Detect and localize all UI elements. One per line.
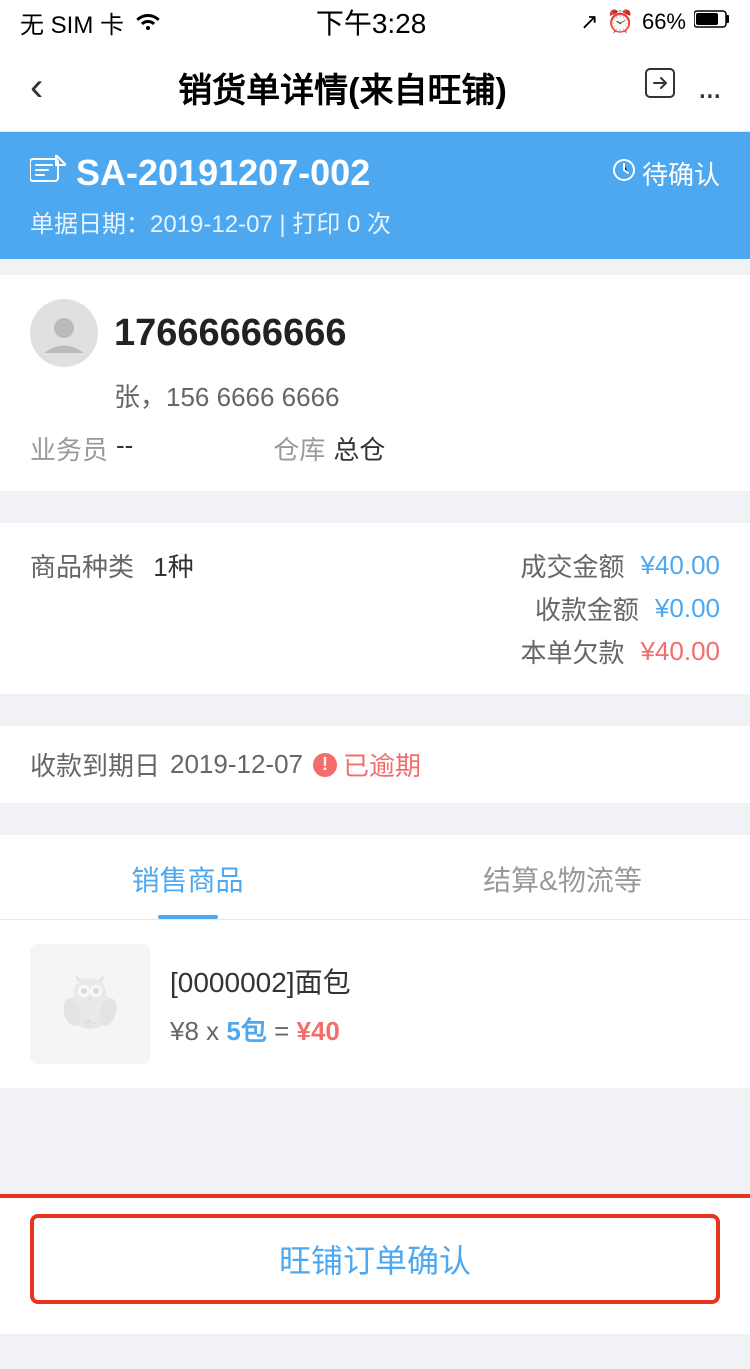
wifi-icon	[134, 8, 162, 37]
overdue-text: 已逾期	[343, 746, 421, 783]
product-image: 管+	[30, 944, 150, 1064]
customer-phone: 17666666666	[114, 312, 346, 355]
customer-section: 17666666666 张，156 6666 6666 业务员 -- 仓库 总仓	[0, 275, 750, 491]
carrier-text: 无 SIM 卡	[20, 5, 124, 40]
nav-bar: ‹ 销货单详情(来自旺铺) ...	[0, 44, 750, 132]
nav-actions: ...	[642, 65, 720, 110]
transaction-value: ¥40.00	[640, 550, 720, 581]
share-button[interactable]	[642, 65, 678, 110]
svg-text:管+: 管+	[84, 1018, 97, 1028]
debt-label: 本单欠款	[520, 633, 624, 670]
tabs-container: 销售商品 结算&物流等	[0, 835, 750, 920]
product-price: ¥8 x 5包 = ¥40	[170, 1011, 720, 1048]
order-date: 单据日期：2019-12-07 | 打印 0 次	[30, 204, 720, 239]
debt-value: ¥40.00	[640, 636, 720, 667]
collection-value: ¥0.00	[655, 593, 720, 624]
status-carrier: 无 SIM 卡	[20, 5, 162, 40]
summary-section: 商品种类 1种 成交金额 ¥40.00 收款金额 ¥0.00 本单欠款 ¥40.…	[0, 523, 750, 694]
divider-3	[0, 803, 750, 819]
tab-products[interactable]: 销售商品	[0, 835, 375, 919]
status-bar: 无 SIM 卡 下午3:28 ↗ ⏰ 66%	[0, 0, 750, 44]
customer-name: 张，156 6666 6666	[30, 377, 720, 414]
battery-icon	[694, 9, 730, 35]
transaction-label: 成交金额	[520, 547, 624, 584]
alarm-icon: ⏰	[607, 9, 634, 35]
divider-2	[0, 694, 750, 710]
order-status: 待确认	[612, 155, 720, 192]
summary-right: 成交金额 ¥40.00 收款金额 ¥0.00 本单欠款 ¥40.00	[520, 547, 720, 670]
warehouse-value: 总仓	[333, 430, 385, 467]
page-title: 销货单详情(来自旺铺)	[178, 63, 507, 112]
battery-text: 66%	[642, 9, 686, 35]
due-date: 2019-12-07	[170, 749, 303, 780]
status-time: 下午3:28	[316, 2, 427, 42]
location-icon: ↗	[580, 9, 598, 35]
tab-settlement[interactable]: 结算&物流等	[375, 835, 750, 919]
status-right-icons: ↗ ⏰ 66%	[580, 9, 730, 35]
product-types-value: 1种	[153, 552, 193, 582]
header-card: SA-20191207-002 待确认 单据日期：2019-12-07 | 打印…	[0, 132, 750, 259]
divider-1	[0, 491, 750, 507]
order-icon	[30, 152, 66, 194]
due-label: 收款到期日	[30, 746, 160, 783]
clock-icon	[612, 158, 636, 189]
product-info: [0000002]面包 ¥8 x 5包 = ¥40	[170, 961, 720, 1048]
product-item: 管+ [0000002]面包 ¥8 x 5包 = ¥40	[0, 920, 750, 1089]
confirm-btn-container: 旺铺订单确认	[0, 1194, 750, 1334]
product-list: 管+ [0000002]面包 ¥8 x 5包 = ¥40	[0, 920, 750, 1089]
salesperson-value: --	[116, 430, 133, 467]
back-button[interactable]: ‹	[30, 65, 43, 110]
confirm-button[interactable]: 旺铺订单确认	[30, 1214, 720, 1304]
more-button[interactable]: ...	[698, 68, 720, 107]
overdue-icon: !	[313, 753, 337, 777]
product-name: [0000002]面包	[170, 961, 720, 1001]
avatar	[30, 299, 98, 367]
collection-amount-row: 收款金额 ¥0.00	[535, 590, 720, 627]
collection-label: 收款金额	[535, 590, 639, 627]
warehouse-label: 仓库	[273, 430, 325, 467]
due-section: 收款到期日 2019-12-07 ! 已逾期	[0, 726, 750, 803]
product-types-label: 商品种类	[30, 552, 134, 582]
salesperson-label: 业务员	[30, 430, 108, 467]
product-types-row: 商品种类 1种	[30, 547, 194, 584]
debt-amount-row: 本单欠款 ¥40.00	[520, 633, 720, 670]
customer-meta: 业务员 -- 仓库 总仓	[30, 430, 720, 467]
transaction-amount-row: 成交金额 ¥40.00	[520, 547, 720, 584]
overdue-badge: ! 已逾期	[313, 746, 421, 783]
order-id: SA-20191207-002	[30, 152, 370, 194]
